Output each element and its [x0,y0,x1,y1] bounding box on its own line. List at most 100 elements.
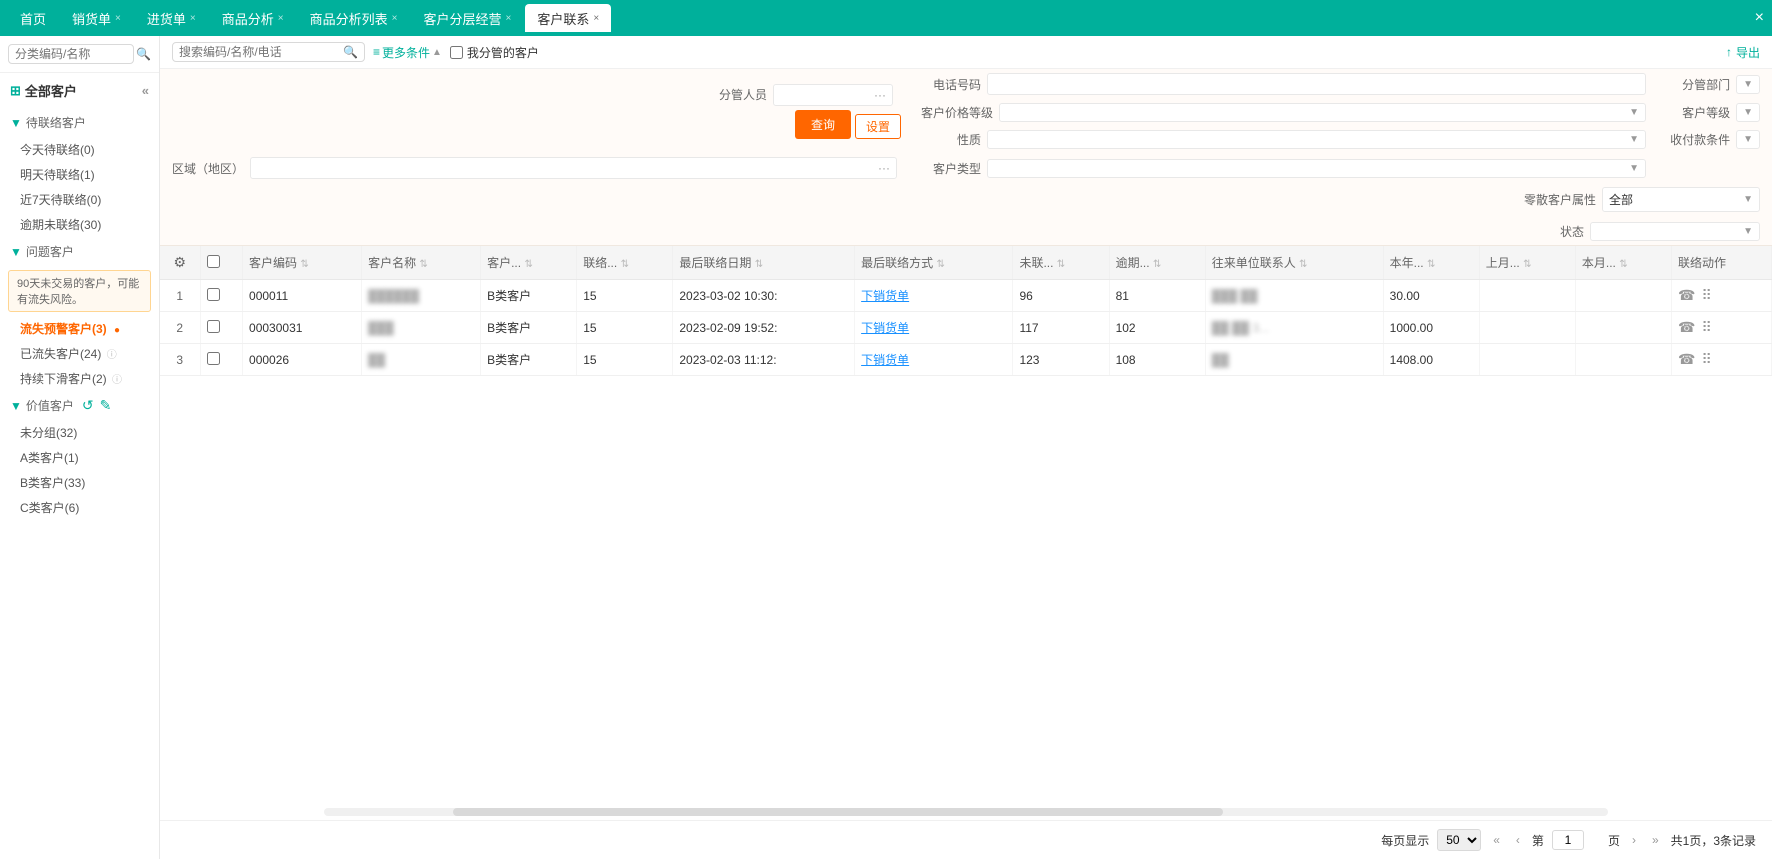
col-overdue[interactable]: 逾期... ⇅ [1109,246,1205,280]
sidebar-item-churned[interactable]: 已流失客户(24) ⓘ [0,341,159,366]
sidebar-item-ungrouped[interactable]: 未分组(32) [0,420,159,445]
col-this-year[interactable]: 本年... ⇅ [1383,246,1479,280]
sidebar-group-pending[interactable]: ▼ 待联络客户 [0,108,159,137]
table-row: 3000026██B类客户152023-02-03 11:12:下销货单1231… [160,344,1772,376]
tab-analysis[interactable]: 商品分析 × [210,4,296,32]
sidebar-item-class-b[interactable]: B类客户(33) [0,470,159,495]
row-action-2[interactable]: ☎⠿ [1672,344,1772,376]
sidebar-item-week-pending[interactable]: 近7天待联络(0) [0,187,159,212]
col-last-date[interactable]: 最后联络日期 ⇅ [673,246,855,280]
sidebar-collapse-icon[interactable]: « [142,83,149,98]
col-name[interactable]: 客户名称 ⇅ [362,246,481,280]
col-contact-count[interactable]: 联络... ⇅ [577,246,673,280]
tab-analysis-list-close[interactable]: × [392,13,398,24]
more-icon-1[interactable]: ⠿ [1701,319,1711,336]
more-icon-2[interactable]: ⠿ [1701,351,1711,368]
row-action-0[interactable]: ☎⠿ [1672,280,1772,312]
col-code[interactable]: 客户编码 ⇅ [243,246,362,280]
select-all-checkbox[interactable] [207,255,220,268]
filter-zero-attr-select[interactable]: 全部 ▼ [1602,187,1760,212]
filter-status-select[interactable]: ▼ [1590,222,1760,241]
filter-search-input[interactable] [179,45,339,59]
gear-icon[interactable]: ⚙ [173,254,186,270]
tab-analysis-list-label: 商品分析列表 [310,9,388,28]
row-last-month-1 [1479,312,1575,344]
row-last-method-2[interactable]: 下销货单 [855,344,1013,376]
query-button[interactable]: 查询 [795,110,851,139]
per-page-select[interactable]: 50 [1437,829,1481,851]
sidebar-item-churn-warning[interactable]: 流失预警客户(3) ● [0,316,159,341]
tab-analysis-close[interactable]: × [278,13,284,24]
contact-icon-2[interactable]: ☎ [1678,351,1695,368]
sidebar-item-overdue-pending[interactable]: 逾期未联络(30) [0,212,159,237]
tab-customer-contact[interactable]: 客户联系 × [525,4,611,32]
row-name-2: ██ [362,344,481,376]
sidebar-item-class-a[interactable]: A类客户(1) [0,445,159,470]
row-last-method-0[interactable]: 下销货单 [855,280,1013,312]
col-contact2[interactable]: 往来单位联系人 ⇅ [1205,246,1383,280]
sidebar-search-input[interactable] [8,44,134,64]
more-icon-0[interactable]: ⠿ [1701,287,1711,304]
filter-customer-type-select[interactable]: ▼ [987,159,1646,178]
tab-sales-close[interactable]: × [115,13,121,24]
sort-icon-this-year: ⇅ [1427,259,1435,270]
sidebar-item-class-c[interactable]: C类客户(6) [0,495,159,520]
row-checkbox-2[interactable] [200,344,243,376]
sidebar-group-problem-label: 问题客户 [26,243,74,260]
prev-page-button[interactable]: ‹ [1512,833,1524,847]
col-checkbox[interactable] [200,246,243,280]
next-page-button[interactable]: › [1628,833,1640,847]
row-action-1[interactable]: ☎⠿ [1672,312,1772,344]
tab-home[interactable]: 首页 [8,4,58,32]
col-last-method[interactable]: 最后联络方式 ⇅ [855,246,1013,280]
my-customers-checkbox[interactable]: 我分管的客户 [450,44,539,61]
my-customers-check[interactable] [450,46,463,59]
sidebar-item-today-pending[interactable]: 今天待联络(0) [0,137,159,162]
sidebar-search-icon[interactable]: 🔍 [136,47,151,61]
last-page-button[interactable]: » [1648,833,1663,847]
contact-icon-0[interactable]: ☎ [1678,287,1695,304]
col-last-month[interactable]: 上月... ⇅ [1479,246,1575,280]
sidebar-group-problem[interactable]: ▼ 问题客户 [0,237,159,266]
tab-sales[interactable]: 销货单 × [60,4,133,32]
col-this-month[interactable]: 本月... ⇅ [1575,246,1671,280]
row-checkbox-1[interactable] [200,312,243,344]
filter-search-icon[interactable]: 🔍 [343,45,358,59]
filter-price-grade-select[interactable]: ▼ [999,103,1646,122]
filter-nature-select[interactable]: ▼ [987,130,1646,149]
filter-payment-select[interactable]: ▼ [1736,130,1760,149]
tab-analysis-list[interactable]: 商品分析列表 × [298,4,410,32]
col-type[interactable]: 客户... ⇅ [481,246,577,280]
tab-customer-layer-close[interactable]: × [505,13,511,24]
filter-phone-input[interactable] [987,73,1646,95]
edit-icon-value[interactable]: ✎ [100,397,112,414]
sidebar-group-value[interactable]: ▼ 价值客户 ↺ ✎ [0,391,159,420]
sidebar-item-tomorrow-pending[interactable]: 明天待联络(1) [0,162,159,187]
horizontal-scroll[interactable] [160,804,1772,820]
filter-customer-grade-select[interactable]: ▼ [1736,103,1760,122]
row-last-method-1[interactable]: 下销货单 [855,312,1013,344]
export-button[interactable]: ↑ 导出 [1726,44,1760,61]
tab-customer-contact-close[interactable]: × [593,13,599,24]
filter-manager-select[interactable]: ··· [773,84,893,106]
tab-purchase[interactable]: 进货单 × [135,4,208,32]
tab-customer-layer[interactable]: 客户分层经营 × [411,4,523,32]
filter-dept-select[interactable]: ▼ [1736,75,1760,94]
more-conditions-btn[interactable]: ≡ 更多条件 ▲ [373,44,442,61]
refresh-icon[interactable]: ↺ [82,397,94,414]
col-not-contact[interactable]: 未联... ⇅ [1013,246,1109,280]
scroll-thumb[interactable] [453,808,1223,816]
chevron-grade-icon: ▼ [1743,107,1753,118]
filter-region-select[interactable]: ··· [250,157,897,179]
sort-icon-last-method: ⇅ [936,259,944,270]
close-all-button[interactable]: × [1755,9,1764,27]
col-action: 联络动作 [1672,246,1772,280]
sidebar-item-declining[interactable]: 持续下滑客户(2) ⓘ [0,366,159,391]
settings-button[interactable]: 设置 [855,114,901,139]
first-page-button[interactable]: « [1489,833,1504,847]
row-checkbox-0[interactable] [200,280,243,312]
contact-icon-1[interactable]: ☎ [1678,319,1695,336]
tab-purchase-close[interactable]: × [190,13,196,24]
col-settings[interactable]: ⚙ [160,246,200,280]
page-number-input[interactable] [1552,830,1584,850]
